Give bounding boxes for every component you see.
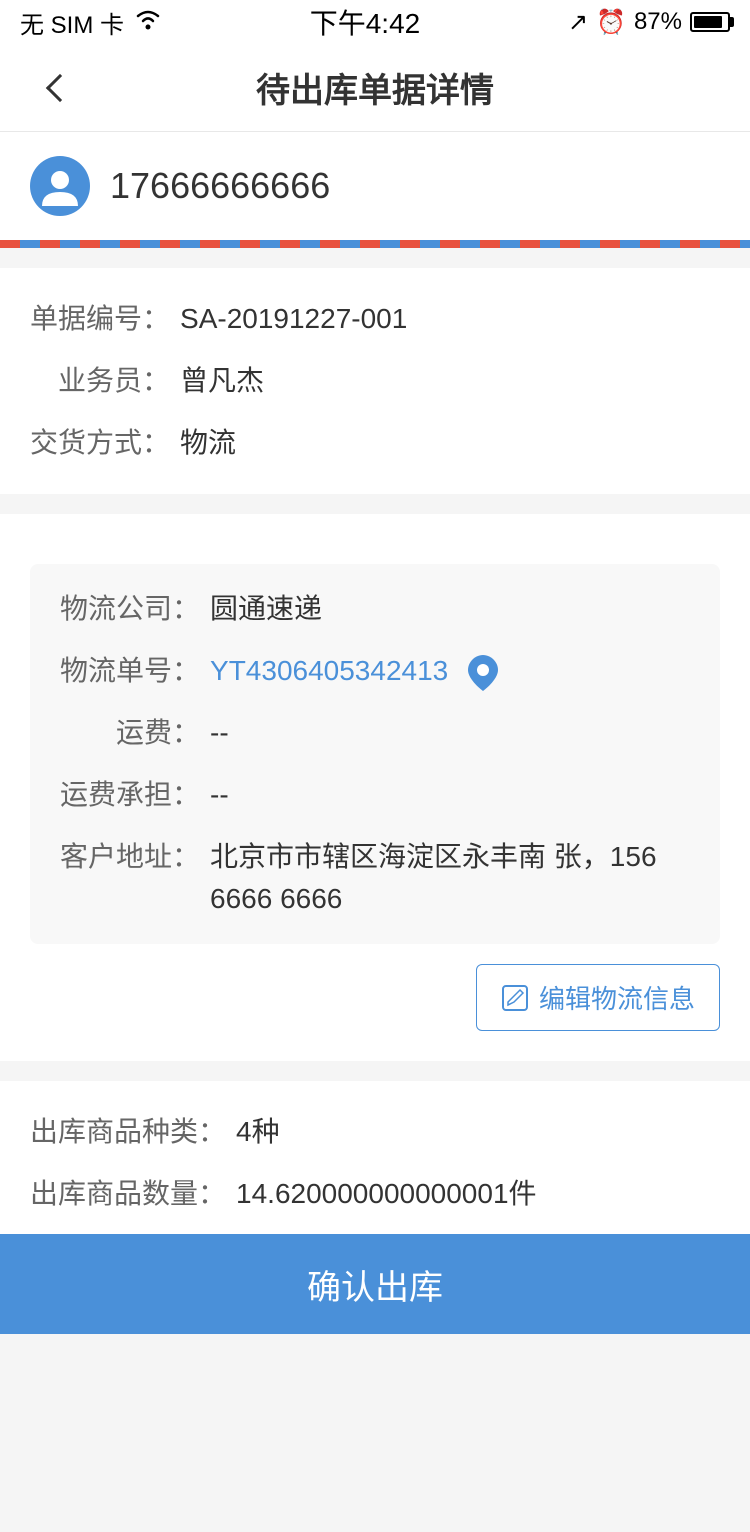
person-icon — [40, 166, 80, 206]
tracking-number-label: 物流单号： — [60, 650, 200, 692]
nav-bar: 待出库单据详情 — [0, 44, 750, 132]
product-qty-value: 14.620000000000001件 — [226, 1173, 720, 1215]
freight-value: -- — [200, 712, 690, 754]
tracking-number-value: YT4306405342413 — [200, 650, 690, 692]
freight-bearer-row: 运费承担： -- — [60, 774, 690, 816]
logistics-company-label: 物流公司： — [60, 588, 200, 630]
logistics-company-value: 圆通速递 — [200, 588, 690, 630]
salesperson-row: 业务员： 曾凡杰 — [30, 360, 720, 402]
salesperson-label: 业务员： — [30, 360, 170, 402]
freight-bearer-label: 运费承担： — [60, 774, 200, 816]
delivery-method-label: 交货方式： — [30, 422, 170, 464]
wifi-icon — [134, 8, 162, 37]
customer-address-row: 客户地址： 北京市市辖区海淀区永丰南 张，156 6666 6666 — [60, 836, 690, 920]
tracking-number-row: 物流单号： YT4306405342413 — [60, 650, 690, 692]
basic-info-section: 单据编号： SA-20191227-001 业务员： 曾凡杰 交货方式： 物流 — [0, 268, 750, 494]
location-status-icon: ↗ — [568, 8, 588, 37]
status-right: ↗ ⏰ 87% — [568, 8, 730, 37]
product-qty-row: 出库商品数量： 14.620000000000001件 — [30, 1173, 720, 1215]
edit-logistics-button[interactable]: 编辑物流信息 — [476, 964, 720, 1031]
customer-header: 17666666666 — [0, 132, 750, 240]
order-number-label: 单据编号： — [30, 298, 170, 340]
logistics-card: 物流公司： 圆通速递 物流单号： YT4306405342413 运费： -- … — [30, 564, 720, 944]
freight-bearer-value: -- — [200, 774, 690, 816]
product-types-row: 出库商品种类： 4种 — [30, 1111, 720, 1153]
edit-logistics-area: 编辑物流信息 — [30, 964, 720, 1031]
logistics-company-row: 物流公司： 圆通速递 — [60, 588, 690, 630]
confirm-bar[interactable]: 确认出库 — [0, 1234, 750, 1334]
product-qty-label: 出库商品数量： — [30, 1173, 226, 1215]
product-types-value: 4种 — [226, 1111, 720, 1153]
status-time: 下午4:42 — [310, 2, 421, 42]
alarm-status-icon: ⏰ — [596, 8, 626, 37]
bottom-spacer — [0, 1332, 750, 1532]
tracking-location-icon — [468, 655, 498, 691]
page-title: 待出库单据详情 — [90, 63, 660, 112]
confirm-button-label: 确认出库 — [307, 1260, 443, 1309]
salesperson-value: 曾凡杰 — [170, 360, 720, 402]
logistics-section: 物流公司： 圆通速递 物流单号： YT4306405342413 运费： -- … — [0, 514, 750, 1061]
back-button[interactable] — [30, 58, 90, 118]
freight-row: 运费： -- — [60, 712, 690, 754]
order-number-value: SA-20191227-001 — [170, 298, 720, 340]
battery-percent: 87% — [634, 8, 682, 36]
freight-label: 运费： — [60, 712, 200, 754]
status-left: 无 SIM 卡 — [20, 5, 162, 40]
status-bar: 无 SIM 卡 下午4:42 ↗ ⏰ 87% — [0, 0, 750, 44]
battery-icon — [690, 12, 730, 32]
avatar — [30, 156, 90, 216]
customer-address-label: 客户地址： — [60, 836, 200, 878]
dashed-divider — [0, 240, 750, 248]
edit-icon — [501, 984, 529, 1012]
order-number-row: 单据编号： SA-20191227-001 — [30, 298, 720, 340]
delivery-method-row: 交货方式： 物流 — [30, 422, 720, 464]
back-arrow-icon — [46, 73, 74, 101]
customer-phone: 17666666666 — [110, 165, 330, 207]
delivery-method-value: 物流 — [170, 422, 720, 464]
carrier-text: 无 SIM 卡 — [20, 5, 124, 40]
customer-address-value: 北京市市辖区海淀区永丰南 张，156 6666 6666 — [200, 836, 690, 920]
edit-logistics-label: 编辑物流信息 — [539, 979, 695, 1016]
product-types-label: 出库商品种类： — [30, 1111, 226, 1153]
